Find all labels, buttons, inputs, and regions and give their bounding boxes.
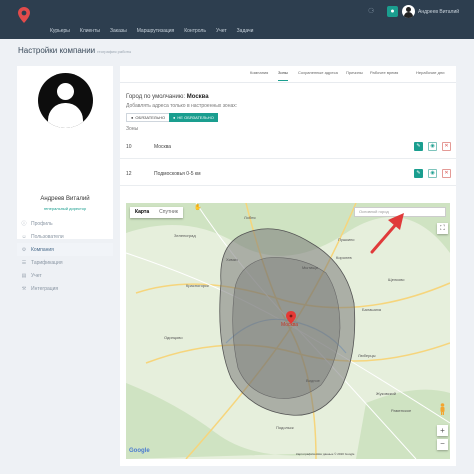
profile-role: генеральный директор xyxy=(43,206,87,211)
menu-item-accounting[interactable]: ▤ Учет xyxy=(17,269,113,282)
zone-number: 12 xyxy=(126,171,132,177)
tab-company[interactable]: Компания xyxy=(250,70,268,75)
default-city-value: Москва xyxy=(186,94,209,100)
nav-tasks[interactable]: Задачи xyxy=(237,28,254,34)
required-button[interactable]: ● ОБЯЗАТЕЛЬНО xyxy=(126,113,171,122)
edit-icon[interactable]: ✎ xyxy=(414,169,423,178)
place-label: Щелково xyxy=(388,277,405,282)
settings-tabs: Компания Зоны Сохраненные адреса Причины… xyxy=(126,70,450,82)
profile-card: Андреев Виталий генеральный директор ⓘ Пр… xyxy=(17,66,113,292)
place-label: Химки xyxy=(226,257,238,262)
wrench-icon: ⚒ xyxy=(21,285,27,292)
pin-icon: ● xyxy=(173,115,176,120)
users-icon: ☺ xyxy=(21,233,27,240)
map-attribution: Картографические данные © 2020 Google xyxy=(296,452,355,456)
tab-days-off[interactable]: Нерабочие дни xyxy=(416,70,444,75)
eye-icon[interactable]: ◉ xyxy=(428,142,437,151)
page-title-text: Настройки компании xyxy=(18,46,96,55)
place-label: Подольск xyxy=(276,425,294,430)
page-subtitle: география работы xyxy=(97,49,132,54)
map-center-label: Москва xyxy=(281,322,299,328)
nav-routing[interactable]: Маршрутизация xyxy=(137,28,175,34)
gear-icon: ⚙ xyxy=(21,246,27,253)
place-label: Королев xyxy=(336,255,352,260)
zone-map[interactable]: Зеленоград Пушкино Королев Мытищи Красно… xyxy=(126,203,450,459)
place-label: Балашиха xyxy=(362,307,382,312)
nav-accounting[interactable]: Учет xyxy=(216,28,227,34)
settings-menu: ⓘ Профиль ☺ Пользователи ⚙ Компания ☰ Тарифи… xyxy=(17,217,113,295)
top-navigation-bar: Курьеры Клиенты Заказы Маршрутизация Кон… xyxy=(0,0,474,39)
place-label: Одинцово xyxy=(164,335,183,340)
trash-icon[interactable]: ✕ xyxy=(442,142,451,151)
profile-name: Андреев Виталий xyxy=(40,196,90,202)
map-type-map[interactable]: Карта xyxy=(130,207,154,218)
menu-item-users[interactable]: ☺ Пользователи xyxy=(17,230,113,243)
user-badge-icon[interactable]: ● xyxy=(387,6,398,17)
google-logo: Google xyxy=(129,448,150,454)
zones-label: Зоны xyxy=(126,126,139,132)
zone-name: Подмосковья 0-5 км xyxy=(154,171,201,177)
fullscreen-icon[interactable]: ⛶ xyxy=(437,223,448,234)
tab-saved-addresses[interactable]: Сохраненные адреса xyxy=(298,70,338,75)
place-label: Красногорск xyxy=(186,283,209,288)
eye-icon[interactable]: ◉ xyxy=(428,169,437,178)
nav-orders[interactable]: Заказы xyxy=(110,28,127,34)
menu-item-integration[interactable]: ⚒ Интеграция xyxy=(17,282,113,295)
edit-icon[interactable]: ✎ xyxy=(414,142,423,151)
map-type-satellite[interactable]: Спутник xyxy=(154,207,183,218)
trash-icon[interactable]: ✕ xyxy=(442,169,451,178)
hand-icon[interactable]: ✋ xyxy=(194,204,202,212)
avatar[interactable] xyxy=(402,5,415,18)
place-label: Лобня xyxy=(244,215,256,220)
main-menu: Курьеры Клиенты Заказы Маршрутизация Кон… xyxy=(50,28,253,34)
place-label: Раменское xyxy=(391,408,412,413)
place-label: Видное xyxy=(306,378,320,383)
map-search-input[interactable]: Основной город xyxy=(354,207,446,217)
zone-number: 10 xyxy=(126,144,132,150)
table-row: 10 Москва ✎ ◉ ✕ xyxy=(120,137,456,159)
place-label: Люберцы xyxy=(358,353,376,358)
profile-avatar xyxy=(38,73,93,128)
nav-control[interactable]: Контроль xyxy=(184,28,206,34)
default-city: Город по умолчанию: Москва xyxy=(126,94,209,100)
user-name[interactable]: Андреев Виталий xyxy=(418,9,459,15)
map-terrain xyxy=(126,203,450,459)
optional-button[interactable]: ● НЕ ОБЯЗАТЕЛЬНО xyxy=(169,113,218,122)
menu-item-tariffs[interactable]: ☰ Тарификация xyxy=(17,256,113,269)
nav-clients[interactable]: Клиенты xyxy=(80,28,100,34)
zones-only-hint: Добавлять адреса только в настроенных зо… xyxy=(126,103,238,109)
pin-icon: ● xyxy=(131,115,134,120)
place-label: Жуковский xyxy=(376,391,396,396)
zoom-out-button[interactable]: − xyxy=(437,439,448,450)
tab-working-hours[interactable]: Рабочее время xyxy=(370,70,398,75)
pegman-icon[interactable] xyxy=(439,403,446,415)
tab-reasons[interactable]: Причины xyxy=(346,70,363,75)
info-icon: ⓘ xyxy=(21,221,27,227)
zone-name: Москва xyxy=(154,144,172,150)
chart-icon: ▤ xyxy=(21,272,27,279)
tab-zones[interactable]: Зоны xyxy=(278,70,288,81)
menu-item-profile[interactable]: ⓘ Профиль xyxy=(17,217,113,230)
place-label: Мытищи xyxy=(302,265,318,270)
tabs-divider xyxy=(120,82,456,83)
nav-couriers[interactable]: Курьеры xyxy=(50,28,70,34)
page-title: Настройки компании география работы xyxy=(18,46,131,55)
zoom-in-button[interactable]: + xyxy=(437,425,448,436)
place-label: Зеленоград xyxy=(174,233,196,238)
location-pin-logo[interactable] xyxy=(18,7,30,23)
place-label: Пушкино xyxy=(338,237,355,242)
menu-item-company[interactable]: ⚙ Компания xyxy=(17,243,113,256)
table-row: 12 Подмосковья 0-5 км ✎ ◉ ✕ xyxy=(120,164,456,186)
map-type-switch: Карта Спутник xyxy=(130,207,183,218)
list-icon: ☰ xyxy=(21,259,27,266)
bell-icon[interactable]: ⚆ xyxy=(368,8,376,16)
